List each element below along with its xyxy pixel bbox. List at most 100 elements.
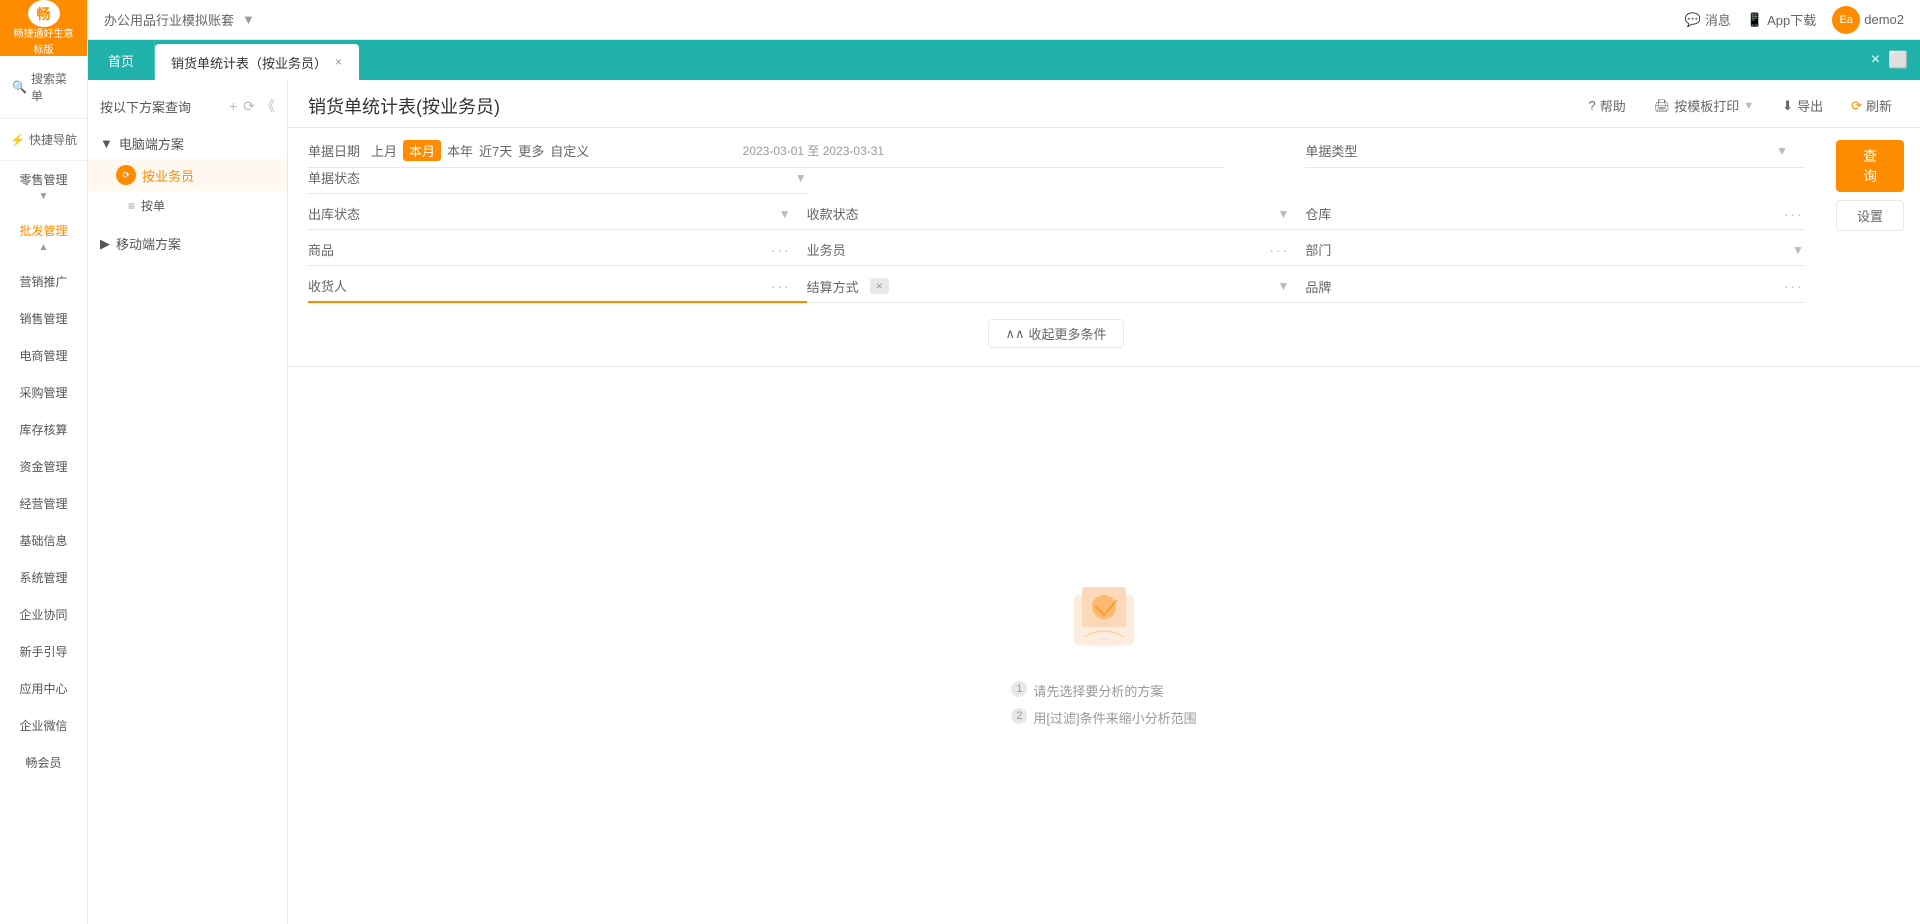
print-dropdown-icon: ▼ [1743, 100, 1754, 112]
refresh-btn[interactable]: ⟳ 刷新 [1843, 92, 1900, 119]
logo[interactable]: 畅 畅捷通好生意 标版 [0, 0, 87, 56]
marketing-label: 营销推广 [19, 273, 67, 290]
query-btn[interactable]: 查询 [1836, 140, 1904, 192]
salesperson-dots: ··· [1269, 242, 1289, 258]
collapse-btn[interactable]: ∧∧ 收起更多条件 [988, 319, 1123, 348]
finance-label: 资金管理 [19, 458, 67, 475]
app-download-btn[interactable]: 📱 App下载 [1747, 10, 1816, 29]
mobile-scheme[interactable]: ▶ 移动端方案 [88, 228, 287, 259]
user-name: demo2 [1864, 12, 1904, 27]
close-tab-btn[interactable]: × [335, 55, 342, 69]
sidebar-item-retail[interactable]: 零售管理 ▼ [0, 161, 87, 212]
date-tab-last-month[interactable]: 上月 [371, 141, 397, 160]
tabbar-actions: × ⬜ [1871, 50, 1920, 70]
date-tab-7days[interactable]: 近7天 [479, 141, 512, 160]
refresh-scheme-btn[interactable]: ⟳ [243, 98, 255, 115]
sidebar-item-wechat[interactable]: 企业微信 [0, 707, 87, 744]
export-label: 导出 [1797, 96, 1823, 115]
add-scheme-btn[interactable]: + [229, 98, 237, 114]
sidebar-item-system[interactable]: 系统管理 [0, 559, 87, 596]
tab-home[interactable]: 首页 [88, 40, 155, 80]
salesperson-label: 业务员 [807, 240, 862, 259]
sidebar-item-apps[interactable]: 应用中心 [0, 670, 87, 707]
sidebar-item-operations[interactable]: 经营管理 [0, 485, 87, 522]
hint-num-1: 1 [1011, 681, 1027, 697]
doc-type-label: 单据类型 [1305, 141, 1360, 160]
sidebar-item-wholesale[interactable]: 批发管理 ▲ [0, 212, 87, 263]
dropdown-icon[interactable]: ▼ [242, 12, 255, 27]
department-cell: 部门 ▼ [1305, 240, 1804, 266]
doc-type-input[interactable]: ▼ [1368, 144, 1788, 158]
help-btn[interactable]: ? 帮助 [1580, 92, 1633, 119]
page-header: 销货单统计表(按业务员) ? 帮助 🖨 按模板打印 ▼ ⬇ 导出 [288, 80, 1920, 128]
tab-report[interactable]: 销货单统计表（按业务员） × [155, 44, 359, 80]
payment-status-caret: ▼ [1277, 207, 1289, 221]
settings-btn[interactable]: 设置 [1836, 200, 1904, 231]
sidebar-item-purchase[interactable]: 采购管理 [0, 374, 87, 411]
message-icon: 💬 [1685, 12, 1701, 28]
collapse-panel-btn[interactable]: 《 [261, 96, 275, 116]
left-panel-title: 按以下方案查询 + ⟳ 《 [88, 92, 287, 124]
brand-input[interactable]: ··· [1368, 278, 1804, 294]
maximize-btn[interactable]: ⬜ [1888, 50, 1908, 70]
receiver-cell: 收货人 ··· [308, 276, 807, 303]
doc-status-input[interactable]: ▼ [371, 171, 807, 185]
doc-type-caret: ▼ [1776, 144, 1788, 158]
print-btn[interactable]: 🖨 按模板打印 ▼ [1646, 92, 1762, 119]
date-tab-more[interactable]: 更多 [518, 141, 544, 160]
download-icon: 📱 [1747, 12, 1763, 28]
receiver-input[interactable]: ··· [371, 278, 791, 294]
payment-method-clear[interactable]: × [876, 279, 883, 293]
sidebar-item-inventory[interactable]: 库存核算 [0, 411, 87, 448]
quick-nav[interactable]: ⚡ 快捷导航 [0, 119, 87, 161]
sidebar-item-ecommerce[interactable]: 电商管理 [0, 337, 87, 374]
topbar-right: 💬 消息 📱 App下载 Ea demo2 [1685, 6, 1904, 34]
export-btn[interactable]: ⬇ 导出 [1774, 92, 1831, 119]
system-label: 系统管理 [19, 569, 67, 586]
date-tab-this-year[interactable]: 本年 [447, 141, 473, 160]
hint-text-2: 用[过滤]条件来缩小分析范围 [1033, 708, 1196, 727]
payment-status-input[interactable]: ▼ [870, 207, 1290, 221]
print-icon: 🖨 [1654, 98, 1671, 114]
doc-status-cell: 单据状态 ▼ [308, 168, 807, 194]
date-range-text: 2023-03-01 至 2023-03-31 [743, 142, 884, 159]
desktop-scheme[interactable]: ▼ 电脑端方案 [88, 128, 287, 159]
doc-status-caret: ▼ [795, 171, 807, 185]
print-label: 按模板打印 [1674, 96, 1739, 115]
warehouse-input[interactable]: ··· [1368, 206, 1804, 222]
retail-label: 零售管理 [19, 171, 67, 188]
sidebar-item-enterprise[interactable]: 企业协同 [0, 596, 87, 633]
search-menu-label: 搜索菜单 [31, 70, 75, 104]
sidebar-item-member[interactable]: 畅会员 [0, 744, 87, 781]
scheme-by-salesperson[interactable]: ⟳ 按业务员 [88, 159, 287, 191]
topbar: 办公用品行业模拟账套 ▼ 💬 消息 📱 App下载 Ea demo2 [88, 0, 1920, 40]
scheme-by-doc[interactable]: ≡ 按单 [88, 191, 287, 220]
sidebar-item-basic[interactable]: 基础信息 [0, 522, 87, 559]
search-menu[interactable]: 🔍 搜索菜单 [0, 56, 87, 119]
date-tab-custom[interactable]: 自定义 [550, 141, 589, 160]
brand-dots: ··· [1784, 278, 1804, 294]
sidebar-item-marketing[interactable]: 营销推广 [0, 263, 87, 300]
date-tab-this-month[interactable]: 本月 [403, 140, 441, 161]
quick-nav-icon: ⚡ [10, 133, 25, 147]
out-status-input[interactable]: ▼ [371, 207, 791, 221]
mobile-scheme-section: ▶ 移动端方案 [88, 224, 287, 263]
user-profile[interactable]: Ea demo2 [1832, 6, 1904, 34]
sidebar-item-finance[interactable]: 资金管理 [0, 448, 87, 485]
salesperson-cell: 业务员 ··· [807, 240, 1306, 266]
salesperson-input[interactable]: ··· [870, 242, 1290, 258]
close-window-btn[interactable]: × [1871, 51, 1880, 69]
hint-num-2: 2 [1011, 708, 1027, 724]
sidebar-item-sales[interactable]: 销售管理 [0, 300, 87, 337]
department-input[interactable]: ▼ [1368, 243, 1804, 257]
payment-method-input[interactable]: × ▼ [870, 278, 1290, 294]
goods-input[interactable]: ··· [371, 242, 791, 258]
payment-method-caret: ▼ [1277, 279, 1289, 293]
member-label: 畅会员 [25, 754, 61, 771]
out-status-caret: ▼ [779, 207, 791, 221]
messages-btn[interactable]: 💬 消息 [1685, 10, 1731, 29]
wechat-label: 企业微信 [19, 717, 67, 734]
sidebar-item-newbie[interactable]: 新手引导 [0, 633, 87, 670]
messages-label: 消息 [1705, 10, 1731, 29]
right-panel: 销货单统计表(按业务员) ? 帮助 🖨 按模板打印 ▼ ⬇ 导出 [288, 80, 1920, 924]
